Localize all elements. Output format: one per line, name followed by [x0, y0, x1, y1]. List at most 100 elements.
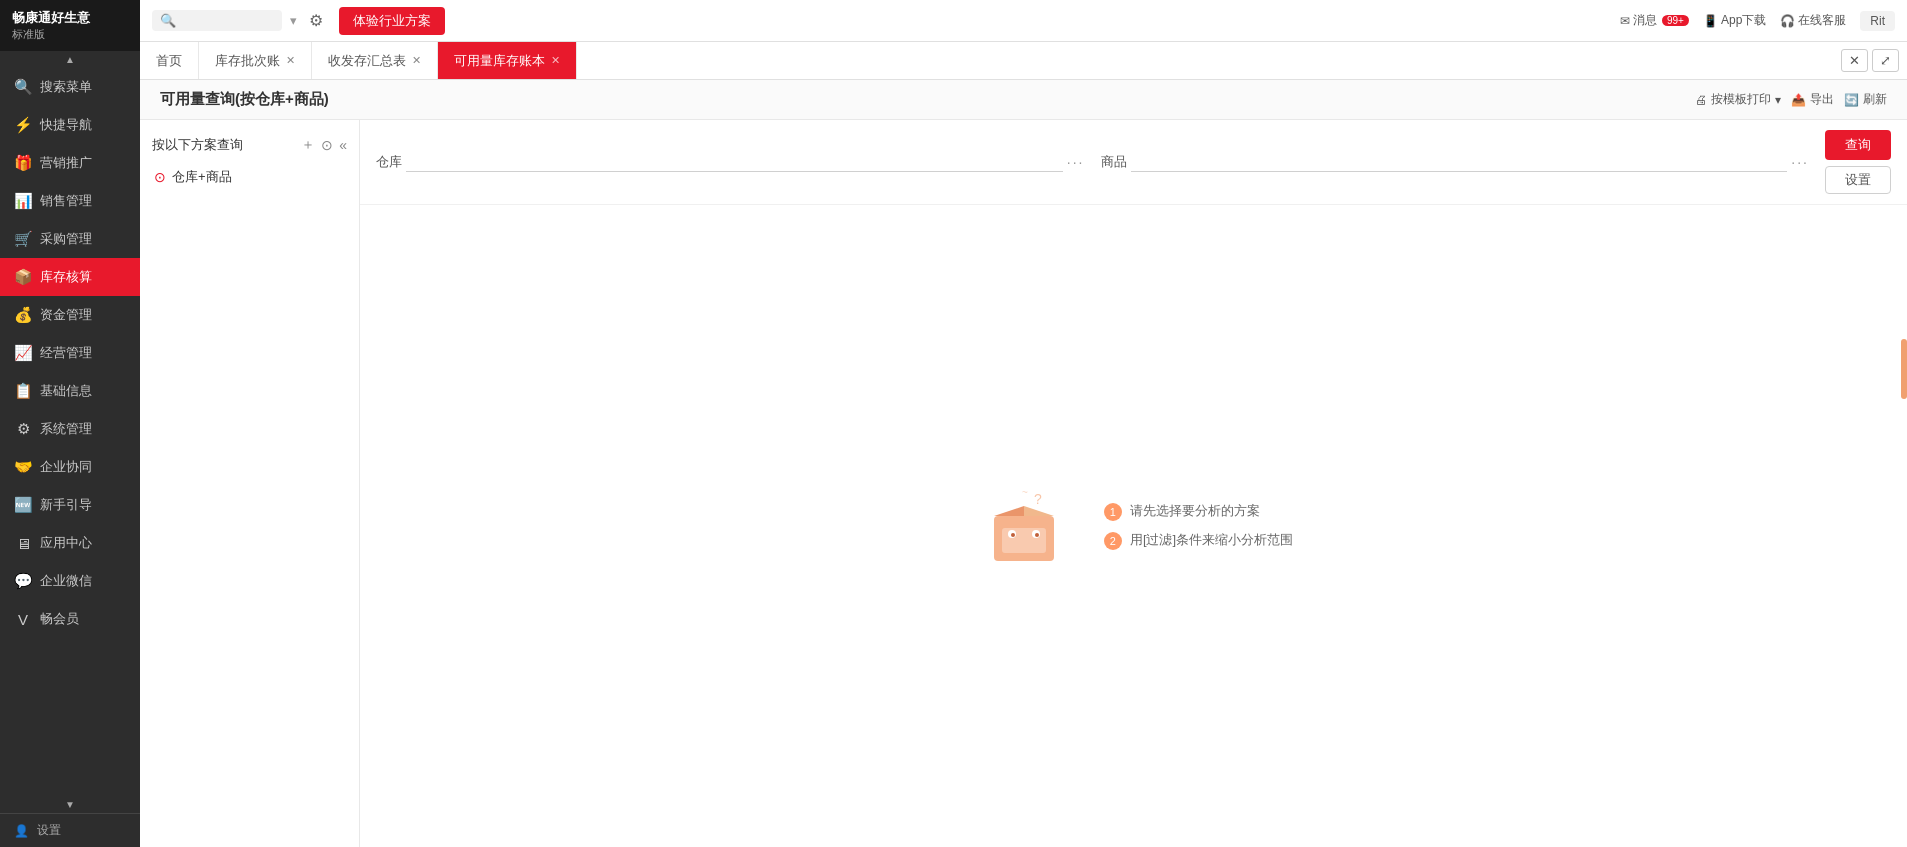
- message-action[interactable]: ✉ 消息 99+: [1620, 12, 1689, 29]
- print-dropdown-icon: ▾: [1775, 93, 1781, 107]
- tab-2[interactable]: 收发存汇总表✕: [312, 42, 438, 80]
- right-panel: 仓库 ··· 商品 ··· 查询 设置: [360, 120, 1907, 847]
- filter-actions: 查询 设置: [1825, 130, 1891, 194]
- export-icon: 📤: [1791, 93, 1806, 107]
- tab-label-3: 可用量库存账本: [454, 52, 545, 70]
- empty-state-content: ? ~ 1 请先选择要分析的方案 2 用[过滤]条件来缩小分析范围: [974, 476, 1293, 576]
- tab-close-1[interactable]: ✕: [286, 54, 295, 67]
- sidebar-icon-2: 🎁: [14, 154, 32, 172]
- tip-num-1: 1: [1104, 503, 1122, 521]
- sidebar-item-企业协同[interactable]: 🤝 企业协同: [0, 448, 140, 486]
- dropdown-icon[interactable]: ▾: [290, 13, 297, 28]
- sidebar-item-销售管理[interactable]: 📊 销售管理: [0, 182, 140, 220]
- app-download-action[interactable]: 📱 App下载: [1703, 12, 1766, 29]
- sidebar-item-资金管理[interactable]: 💰 资金管理: [0, 296, 140, 334]
- message-icon: ✉: [1620, 14, 1630, 28]
- sidebar-icon-5: 📦: [14, 268, 32, 286]
- refresh-button[interactable]: 🔄 刷新: [1844, 91, 1887, 108]
- tip-text-2: 用[过滤]条件来缩小分析范围: [1130, 531, 1293, 549]
- content-area: 按以下方案查询 ＋ ⊙ « ⊙ 仓库+商品 仓库 ···: [140, 120, 1907, 847]
- sidebar-item-搜索菜单[interactable]: 🔍 搜索菜单: [0, 68, 140, 106]
- sidebar-item-企业微信[interactable]: 💬 企业微信: [0, 562, 140, 600]
- refresh-label: 刷新: [1863, 91, 1887, 108]
- empty-tip-1: 1 请先选择要分析的方案: [1104, 502, 1293, 521]
- svg-point-6: [1011, 533, 1015, 537]
- sidebar-label-2: 营销推广: [40, 154, 92, 172]
- sidebar-label-7: 经营管理: [40, 344, 92, 362]
- empty-tips: 1 请先选择要分析的方案 2 用[过滤]条件来缩小分析范围: [1104, 502, 1293, 550]
- query-button[interactable]: 查询: [1825, 130, 1891, 160]
- sidebar-item-新手引导[interactable]: 🆕 新手引导: [0, 486, 140, 524]
- warehouse-input[interactable]: [406, 152, 1063, 172]
- message-label: 消息: [1633, 12, 1657, 29]
- sidebar-icon-1: ⚡: [14, 116, 32, 134]
- sidebar-icon-6: 💰: [14, 306, 32, 324]
- close-tab-button[interactable]: ✕: [1841, 49, 1868, 72]
- sidebar-item-应用中心[interactable]: 🖥 应用中心: [0, 524, 140, 562]
- scheme-item-warehouse-product[interactable]: ⊙ 仓库+商品: [140, 160, 359, 194]
- collapse-panel-button[interactable]: «: [339, 137, 347, 153]
- sidebar-item-经营管理[interactable]: 📈 经营管理: [0, 334, 140, 372]
- search-input[interactable]: [180, 14, 270, 28]
- product-input[interactable]: [1131, 152, 1788, 172]
- warehouse-more-button[interactable]: ···: [1067, 154, 1085, 170]
- sidebar-label-4: 采购管理: [40, 230, 92, 248]
- sidebar-scroll-down[interactable]: ▼: [0, 796, 140, 813]
- filter-section-title: 按以下方案查询 ＋ ⊙ «: [140, 130, 359, 160]
- sidebar-brand: 畅康通好生意 标准版: [0, 0, 140, 51]
- user-info[interactable]: Rit: [1860, 11, 1895, 31]
- sidebar-item-系统管理[interactable]: ⚙ 系统管理: [0, 410, 140, 448]
- sidebar-bottom-user[interactable]: 👤 设置: [0, 813, 140, 847]
- user-avatar-icon: 👤: [14, 824, 29, 838]
- right-scrollbar[interactable]: [1901, 339, 1907, 399]
- sidebar-item-采购管理[interactable]: 🛒 采购管理: [0, 220, 140, 258]
- filter-section-actions: ＋ ⊙ «: [301, 136, 347, 154]
- print-label: 按模板打印: [1711, 91, 1771, 108]
- sidebar-nav: 🔍 搜索菜单 ⚡ 快捷导航 🎁 营销推广 📊 销售管理 🛒 采购管理 📦 库存核…: [0, 68, 140, 796]
- tabs-right-controls: ✕ ⤢: [1841, 49, 1907, 72]
- online-service-action[interactable]: 🎧 在线客服: [1780, 12, 1846, 29]
- sidebar-item-库存核算[interactable]: 📦 库存核算: [0, 258, 140, 296]
- scheme-label: 仓库+商品: [172, 168, 232, 186]
- sidebar-icon-7: 📈: [14, 344, 32, 362]
- settings-scheme-button[interactable]: ⊙: [321, 137, 333, 153]
- search-icon: 🔍: [160, 13, 176, 28]
- industry-button[interactable]: 体验行业方案: [339, 7, 445, 35]
- add-scheme-button[interactable]: ＋: [301, 136, 315, 154]
- brand-sub: 标准版: [12, 27, 128, 41]
- topbar-search-box[interactable]: 🔍: [152, 10, 282, 31]
- page-title: 可用量查询(按仓库+商品): [160, 90, 329, 109]
- filter-settings-button[interactable]: 设置: [1825, 166, 1891, 194]
- message-badge: 99+: [1662, 15, 1689, 26]
- sidebar-label-1: 快捷导航: [40, 116, 92, 134]
- tab-3[interactable]: 可用量库存账本 ✕: [438, 42, 577, 80]
- export-button[interactable]: 📤 导出: [1791, 91, 1834, 108]
- sidebar-label-8: 基础信息: [40, 382, 92, 400]
- gear-icon[interactable]: ⚙: [309, 11, 323, 30]
- svg-point-7: [1035, 533, 1039, 537]
- sidebar-item-畅会员[interactable]: V 畅会员: [0, 600, 140, 638]
- sidebar-label-10: 企业协同: [40, 458, 92, 476]
- page-header: 可用量查询(按仓库+商品) 🖨 按模板打印 ▾ 📤 导出 🔄 刷新: [140, 80, 1907, 120]
- product-label: 商品: [1101, 153, 1127, 171]
- topbar: 🔍 ▾ ⚙ 体验行业方案 ✉ 消息 99+ 📱 App下载 🎧 在线客服 Rit: [140, 0, 1907, 42]
- tab-1[interactable]: 库存批次账✕: [199, 42, 312, 80]
- sidebar-label-9: 系统管理: [40, 420, 92, 438]
- sidebar-item-基础信息[interactable]: 📋 基础信息: [0, 372, 140, 410]
- sidebar-item-快捷导航[interactable]: ⚡ 快捷导航: [0, 106, 140, 144]
- tab-close-2[interactable]: ✕: [412, 54, 421, 67]
- empty-tip-2: 2 用[过滤]条件来缩小分析范围: [1104, 531, 1293, 550]
- print-button[interactable]: 🖨 按模板打印 ▾: [1695, 91, 1781, 108]
- tab-0[interactable]: 首页: [140, 42, 199, 80]
- sidebar-label-12: 应用中心: [40, 534, 92, 552]
- maximize-tab-button[interactable]: ⤢: [1872, 49, 1899, 72]
- sidebar-scroll-up[interactable]: ▲: [0, 51, 140, 68]
- svg-text:~: ~: [1022, 487, 1028, 498]
- sidebar-item-营销推广[interactable]: 🎁 营销推广: [0, 144, 140, 182]
- tip-text-1: 请先选择要分析的方案: [1130, 502, 1260, 520]
- product-more-button[interactable]: ···: [1791, 154, 1809, 170]
- tip-num-2: 2: [1104, 532, 1122, 550]
- tab-close-3[interactable]: ✕: [551, 54, 560, 67]
- sidebar-icon-8: 📋: [14, 382, 32, 400]
- sidebar-user-label: 设置: [37, 822, 61, 839]
